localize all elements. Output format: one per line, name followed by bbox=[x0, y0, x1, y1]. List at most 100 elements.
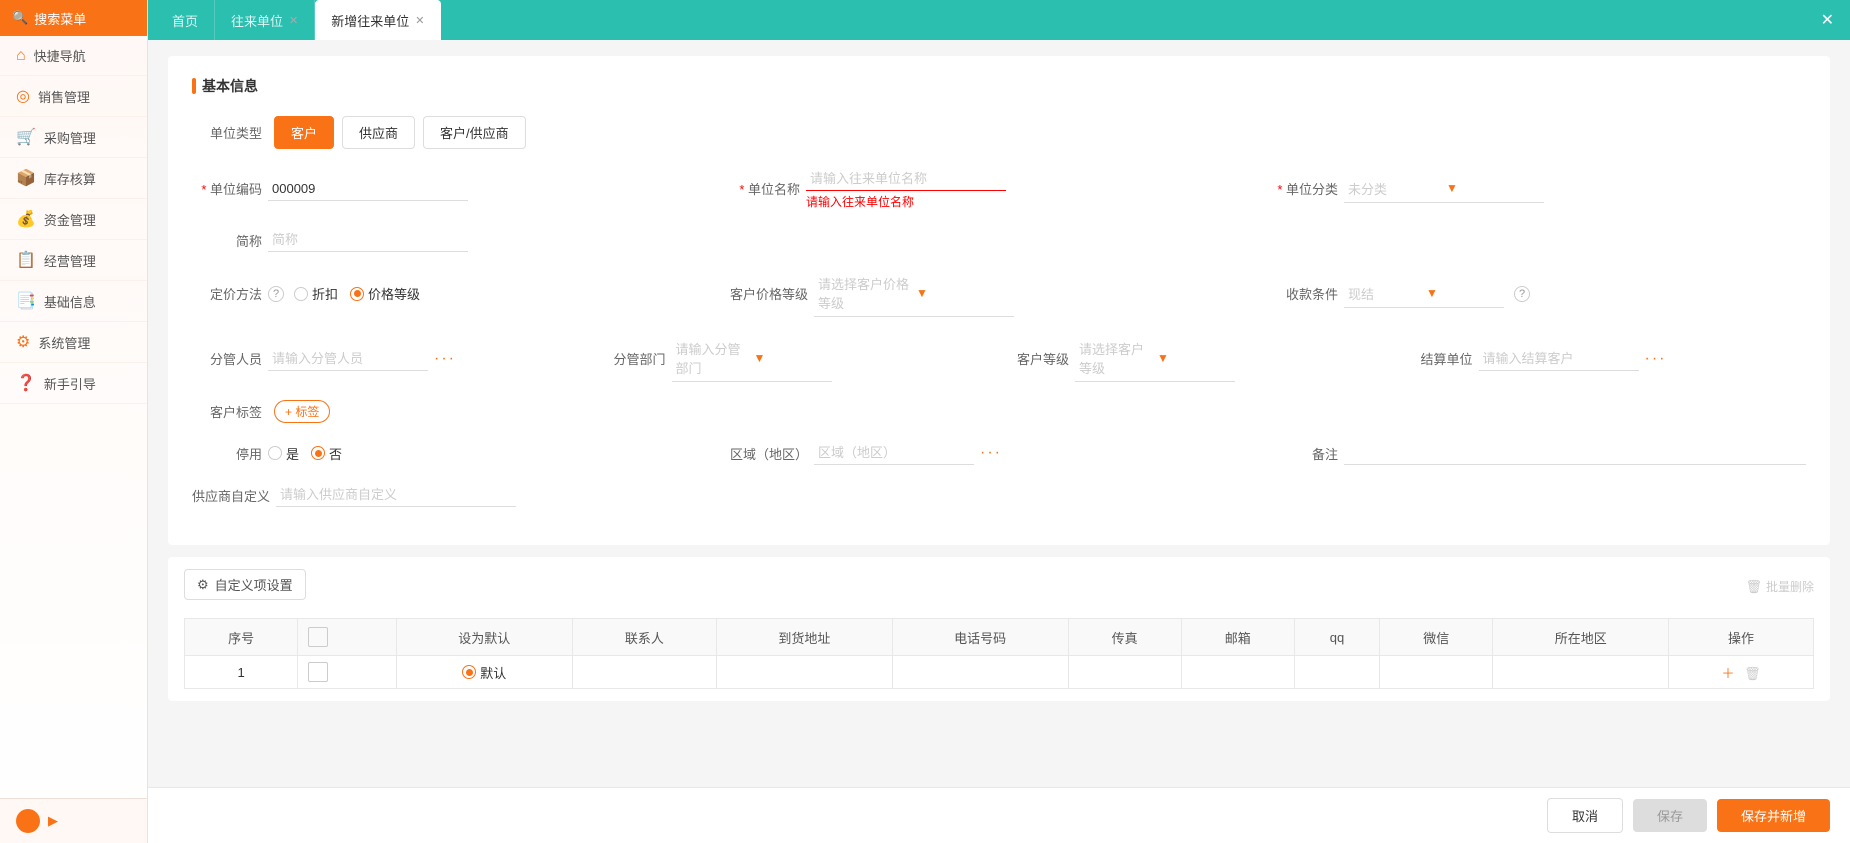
sidebar-item-newbie[interactable]: ❓ 新手引导 bbox=[0, 363, 147, 404]
settlement-label: 结算单位 bbox=[1403, 349, 1473, 368]
manager-input[interactable] bbox=[268, 347, 428, 371]
disabled-no-radio[interactable]: 否 bbox=[311, 444, 342, 463]
sidebar-item-finance[interactable]: 💰 资金管理 bbox=[0, 199, 147, 240]
col-fax: 传真 bbox=[1068, 619, 1181, 656]
settlement-input[interactable] bbox=[1479, 347, 1639, 371]
sidebar-item-sales[interactable]: ◎ 销售管理 bbox=[0, 76, 147, 117]
sidebar-item-label: 快捷导航 bbox=[34, 46, 86, 65]
manager-label: 分管人员 bbox=[192, 349, 262, 368]
shortname-item: 简称 bbox=[192, 228, 1806, 252]
row-address bbox=[717, 656, 893, 689]
footer: 取消 保存 保存并新增 bbox=[148, 787, 1850, 843]
cancel-button[interactable]: 取消 bbox=[1547, 798, 1623, 833]
custom-setting-button[interactable]: ⚙ 自定义项设置 bbox=[184, 569, 306, 600]
supplier-custom-input[interactable] bbox=[276, 483, 516, 507]
tab-partner-close[interactable]: ✕ bbox=[289, 14, 298, 27]
unit-type-supplier-btn[interactable]: 供应商 bbox=[342, 116, 415, 149]
unit-type-customer-btn[interactable]: 客户 bbox=[274, 116, 334, 149]
pricing-help-icon[interactable]: ? bbox=[268, 286, 284, 302]
pricing-discount-radio[interactable]: 折扣 bbox=[294, 284, 338, 303]
row-default-radio[interactable]: 默认 bbox=[407, 663, 562, 682]
sidebar-item-purchase[interactable]: 🛒 采购管理 bbox=[0, 117, 147, 158]
customer-level-chevron-icon: ▼ bbox=[1157, 351, 1231, 365]
region-more-icon[interactable]: ··· bbox=[980, 444, 1002, 462]
discount-radio-circle bbox=[294, 287, 308, 301]
customer-price-select[interactable]: 请选择客户价格等级 ▼ bbox=[814, 270, 1014, 317]
save-button[interactable]: 保存 bbox=[1633, 799, 1707, 832]
search-menu-label: 搜索菜单 bbox=[34, 9, 86, 28]
page-content: 基本信息 单位类型 客户 供应商 客户/供应商 单位编码 bbox=[148, 40, 1850, 787]
row-default-label: 默认 bbox=[480, 663, 506, 682]
sidebar-item-system[interactable]: ⚙ 系统管理 bbox=[0, 322, 147, 363]
row-checkbox-cell bbox=[298, 656, 397, 689]
operations-icon: 📋 bbox=[16, 250, 36, 270]
col-action: 操作 bbox=[1669, 619, 1814, 656]
add-tag-button[interactable]: + 标签 bbox=[274, 400, 330, 423]
payment-terms-select[interactable]: 现结 ▼ bbox=[1344, 280, 1504, 308]
tab-bar: 首页 往来单位 ✕ 新增往来单位 ✕ ✕ bbox=[148, 0, 1850, 40]
shortname-row: 简称 bbox=[192, 228, 1806, 252]
customer-level-placeholder: 请选择客户等级 bbox=[1079, 339, 1153, 377]
customer-level-select[interactable]: 请选择客户等级 ▼ bbox=[1075, 335, 1235, 382]
close-all-button[interactable]: ✕ bbox=[1813, 10, 1842, 30]
tab-partner[interactable]: 往来单位 ✕ bbox=[215, 0, 315, 40]
row-delete-icon[interactable]: 🗑 bbox=[1744, 666, 1761, 681]
region-input[interactable] bbox=[814, 441, 974, 465]
department-placeholder: 请输入分管部门 bbox=[676, 339, 750, 377]
sidebar-bottom: ▶ bbox=[0, 798, 147, 843]
sidebar: 🔍 搜索菜单 ⌂ 快捷导航 ◎ 销售管理 🛒 采购管理 📦 库存核算 💰 资金管… bbox=[0, 0, 148, 843]
select-all-checkbox[interactable] bbox=[308, 627, 328, 647]
disabled-no-circle bbox=[311, 446, 325, 460]
sidebar-item-inventory[interactable]: 📦 库存核算 bbox=[0, 158, 147, 199]
sidebar-item-label: 新手引导 bbox=[44, 374, 96, 393]
customer-price-chevron-icon: ▼ bbox=[916, 286, 1010, 300]
supplier-custom-row: 供应商自定义 bbox=[192, 483, 1806, 507]
sidebar-item-quick-nav[interactable]: ⌂ 快捷导航 bbox=[0, 36, 147, 76]
customer-tag-label: 客户标签 bbox=[192, 402, 262, 421]
department-select[interactable]: 请输入分管部门 ▼ bbox=[672, 335, 832, 382]
manager-more-icon[interactable]: ··· bbox=[434, 350, 456, 368]
table-header: 序号 设为默认 联系人 到货地址 电话号码 传真 邮箱 qq 微信 所在地区 bbox=[185, 619, 1814, 656]
supplier-custom-item: 供应商自定义 bbox=[192, 483, 1806, 507]
disabled-no-label: 否 bbox=[329, 444, 342, 463]
unit-name-input[interactable] bbox=[806, 167, 1006, 191]
save-new-button[interactable]: 保存并新增 bbox=[1717, 799, 1830, 832]
disabled-yes-radio[interactable]: 是 bbox=[268, 444, 299, 463]
row-add-icon[interactable]: ＋ bbox=[1721, 666, 1734, 681]
unit-code-input[interactable] bbox=[268, 177, 468, 201]
unit-name-label: 单位名称 bbox=[730, 179, 800, 198]
tab-new-partner-close[interactable]: ✕ bbox=[415, 14, 424, 27]
tab-home[interactable]: 首页 bbox=[156, 0, 215, 40]
unit-category-item: 单位分类 未分类 ▼ bbox=[1268, 175, 1806, 203]
tab-new-partner[interactable]: 新增往来单位 ✕ bbox=[315, 0, 441, 40]
sidebar-item-label: 库存核算 bbox=[44, 169, 96, 188]
col-region: 所在地区 bbox=[1493, 619, 1669, 656]
unit-category-select[interactable]: 未分类 ▼ bbox=[1344, 175, 1544, 203]
inventory-icon: 📦 bbox=[16, 168, 36, 188]
row-fax bbox=[1068, 656, 1181, 689]
unit-type-group: 客户 供应商 客户/供应商 bbox=[274, 116, 526, 149]
batch-delete-label[interactable]: 批量删除 bbox=[1766, 578, 1814, 595]
region-item: 区域（地区） ··· bbox=[730, 441, 1268, 465]
table-section: ⚙ 自定义项设置 🗑 批量删除 序号 设为默认 联系人 bbox=[168, 557, 1830, 701]
remark-input[interactable] bbox=[1344, 441, 1806, 465]
sidebar-item-label: 采购管理 bbox=[44, 128, 96, 147]
sidebar-item-basic[interactable]: 📑 基础信息 bbox=[0, 281, 147, 322]
payment-terms-chevron-icon: ▼ bbox=[1426, 286, 1500, 300]
search-menu[interactable]: 🔍 搜索菜单 bbox=[0, 0, 147, 36]
row-checkbox[interactable] bbox=[308, 662, 328, 682]
customer-level-item: 客户等级 请选择客户等级 ▼ bbox=[999, 335, 1403, 382]
row-qq bbox=[1294, 656, 1379, 689]
pricing-level-radio[interactable]: 价格等级 bbox=[350, 284, 420, 303]
disabled-radio-group: 是 否 bbox=[268, 444, 342, 463]
gear-icon: ⚙ bbox=[197, 577, 209, 593]
shortname-input[interactable] bbox=[268, 228, 468, 252]
sidebar-item-operations[interactable]: 📋 经营管理 bbox=[0, 240, 147, 281]
unit-type-both-btn[interactable]: 客户/供应商 bbox=[423, 116, 526, 149]
region-label: 区域（地区） bbox=[730, 444, 808, 463]
level-radio-label: 价格等级 bbox=[368, 284, 420, 303]
tags-row: 客户标签 + 标签 bbox=[192, 400, 1806, 423]
payment-help-icon[interactable]: ? bbox=[1514, 286, 1530, 302]
customer-price-item: 客户价格等级 请选择客户价格等级 ▼ bbox=[730, 270, 1268, 317]
settlement-more-icon[interactable]: ··· bbox=[1645, 350, 1667, 368]
